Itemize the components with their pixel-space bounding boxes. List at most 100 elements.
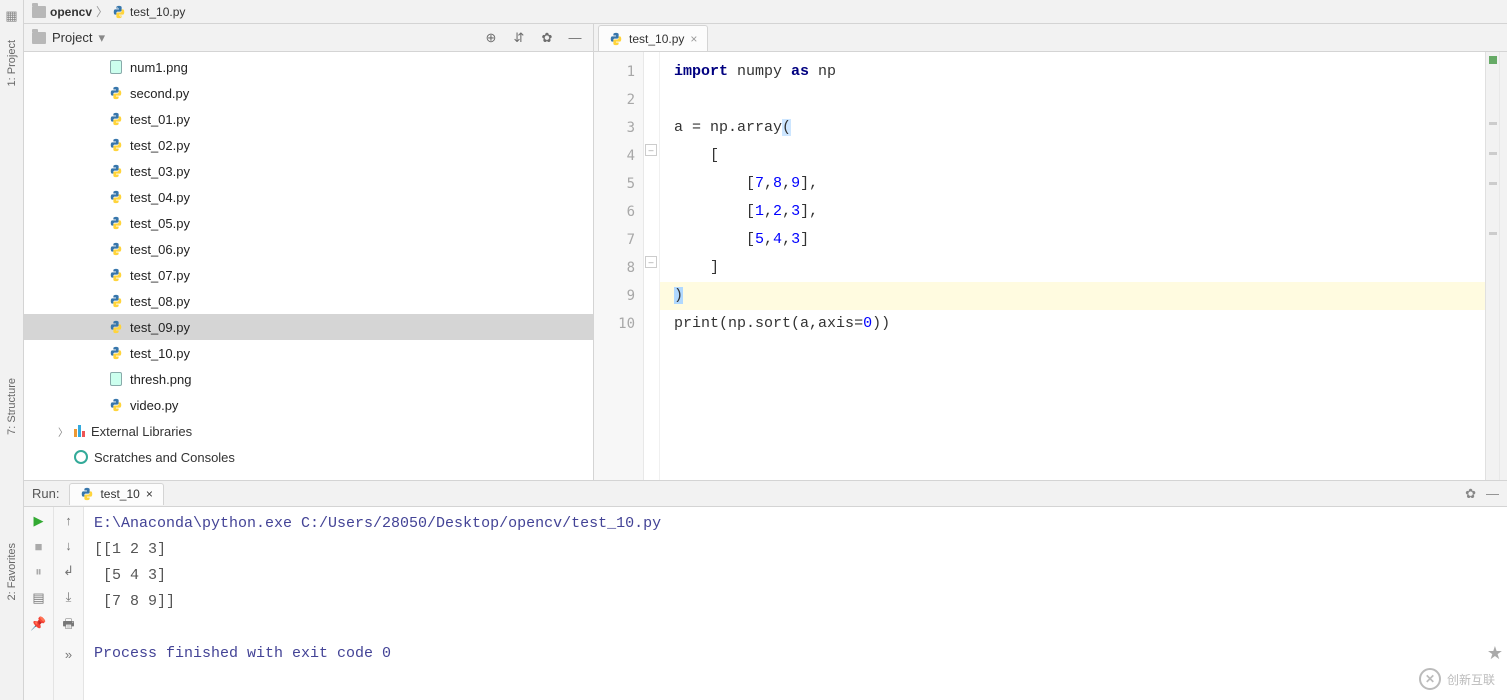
tree-item[interactable]: test_06.py <box>24 236 593 262</box>
editor-tab-test10[interactable]: test_10.py × <box>598 25 708 51</box>
editor-panel: test_10.py × 12345678910 – – import nump… <box>594 24 1507 480</box>
tree-item[interactable]: video.py <box>24 392 593 418</box>
up-arrow-icon[interactable]: ↑ <box>65 513 72 528</box>
code-text: ] <box>800 231 809 248</box>
pin-icon[interactable]: 📌 <box>30 616 46 632</box>
code-text: , <box>782 175 791 192</box>
close-icon[interactable]: × <box>146 487 153 501</box>
rail-tab-structure[interactable]: 7: Structure <box>4 370 20 443</box>
tree-item-label: test_10.py <box>130 346 190 361</box>
tree-item[interactable]: test_04.py <box>24 184 593 210</box>
tree-item-label: thresh.png <box>130 372 191 387</box>
line-number: 7 <box>594 226 635 254</box>
tree-item-label: test_09.py <box>130 320 190 335</box>
code-editor[interactable]: import numpy as np a = np.array( [ [7,8,… <box>660 52 1485 480</box>
locate-icon[interactable]: ⊕ <box>481 28 501 48</box>
close-icon[interactable]: × <box>690 32 697 46</box>
tree-item-label: second.py <box>130 86 189 101</box>
tree-item-label: num1.png <box>130 60 188 75</box>
scroll-marker <box>1489 232 1497 235</box>
python-file-icon <box>109 398 123 412</box>
tree-item[interactable]: test_10.py <box>24 340 593 366</box>
code-text: , <box>782 203 791 220</box>
watermark-logo-icon: ✕ <box>1419 668 1441 690</box>
tree-item[interactable]: test_08.py <box>24 288 593 314</box>
console-line: [[1 2 3] <box>94 541 166 558</box>
console-exit: Process finished with exit code 0 <box>94 645 391 662</box>
breadcrumb-file[interactable]: test_10.py <box>112 5 185 19</box>
print-icon[interactable]: 🖶 <box>62 615 74 637</box>
folder-icon <box>32 32 46 44</box>
tree-item[interactable]: second.py <box>24 80 593 106</box>
code-text: )) <box>872 315 890 332</box>
line-number: 3 <box>594 114 635 142</box>
code-text: , <box>764 203 773 220</box>
fold-column[interactable]: – – <box>644 52 660 480</box>
console-output[interactable]: E:\Anaconda\python.exe C:/Users/28050/De… <box>84 507 1507 700</box>
tree-item[interactable]: test_03.py <box>24 158 593 184</box>
breadcrumb-sep-icon: 〉 <box>96 3 108 20</box>
rail-tab-favorites[interactable]: 2: Favorites <box>4 535 20 608</box>
minimize-icon[interactable]: — <box>1486 486 1499 502</box>
dropdown-icon[interactable]: ▾ <box>98 30 105 46</box>
tree-item[interactable]: test_05.py <box>24 210 593 236</box>
python-file-icon <box>80 487 94 501</box>
console-line: [7 8 9]] <box>94 593 175 610</box>
python-file-icon <box>109 216 123 230</box>
project-rail-icon: ▦ <box>5 8 17 24</box>
down-arrow-icon[interactable]: ↓ <box>65 538 72 553</box>
code-text: ], <box>800 203 818 220</box>
pause-icon[interactable]: ⏸ <box>35 564 42 580</box>
folder-icon <box>32 6 46 18</box>
project-tree[interactable]: num1.pngsecond.pytest_01.pytest_02.pytes… <box>24 52 593 480</box>
more-icon[interactable]: » <box>65 647 72 662</box>
star-icon[interactable]: ★ <box>1487 643 1503 664</box>
external-libraries[interactable]: 〉External Libraries <box>24 418 593 444</box>
tree-item[interactable]: test_07.py <box>24 262 593 288</box>
collapse-icon[interactable]: ⇵ <box>509 28 529 48</box>
scroll-end-icon[interactable]: ⤓ <box>66 589 72 605</box>
code-text: axis <box>818 315 854 332</box>
layout-icon[interactable]: ▤ <box>32 590 44 606</box>
breadcrumb-root[interactable]: opencv <box>32 5 92 19</box>
console-line: [5 4 3] <box>94 567 166 584</box>
code-text: ], <box>800 175 818 192</box>
tree-item[interactable]: num1.png <box>24 54 593 80</box>
run-label: Run: <box>32 486 59 501</box>
fold-marker-icon[interactable]: – <box>645 256 657 268</box>
python-file-icon <box>112 5 126 19</box>
fold-marker-icon[interactable]: – <box>645 144 657 156</box>
gear-icon[interactable]: ✿ <box>537 28 557 48</box>
project-panel: Project ▾ ⊕ ⇵ ✿ — num1.pngsecond.pytest_… <box>24 24 594 480</box>
line-number: 5 <box>594 170 635 198</box>
minimize-icon[interactable]: — <box>565 28 585 48</box>
tree-item[interactable]: test_09.py <box>24 314 593 340</box>
run-tab[interactable]: test_10 × <box>69 483 163 505</box>
tree-item[interactable]: test_01.py <box>24 106 593 132</box>
wrap-icon[interactable]: ↲ <box>63 563 74 579</box>
stop-icon[interactable]: ■ <box>35 539 43 554</box>
scroll-marker <box>1489 122 1497 125</box>
editor-scrollbar[interactable] <box>1485 52 1499 480</box>
python-file-icon <box>109 190 123 204</box>
console-path: E:\Anaconda\python.exe C:/Users/28050/De… <box>94 515 661 532</box>
run-action-column: ▶ ■ ⏸ ▤ 📌 <box>24 507 54 700</box>
line-number: 1 <box>594 58 635 86</box>
gear-icon[interactable]: ✿ <box>1465 486 1476 502</box>
run-nav-column: ↑ ↓ ↲ ⤓ 🖶 » <box>54 507 84 700</box>
code-text: [ <box>674 147 719 164</box>
tree-item[interactable]: test_02.py <box>24 132 593 158</box>
python-file-icon <box>109 346 123 360</box>
number: 3 <box>791 231 800 248</box>
scratches[interactable]: Scratches and Consoles <box>24 444 593 470</box>
rerun-icon[interactable]: ▶ <box>34 513 44 529</box>
tree-item[interactable]: thresh.png <box>24 366 593 392</box>
number: 2 <box>773 203 782 220</box>
code-text: , <box>764 231 773 248</box>
rail-tab-project[interactable]: 1: Project <box>4 32 20 94</box>
line-number: 10 <box>594 310 635 338</box>
bracket-caret: ) <box>674 287 683 304</box>
code-text: [ <box>674 175 755 192</box>
code-text: print <box>674 315 719 332</box>
line-number: 8 <box>594 254 635 282</box>
